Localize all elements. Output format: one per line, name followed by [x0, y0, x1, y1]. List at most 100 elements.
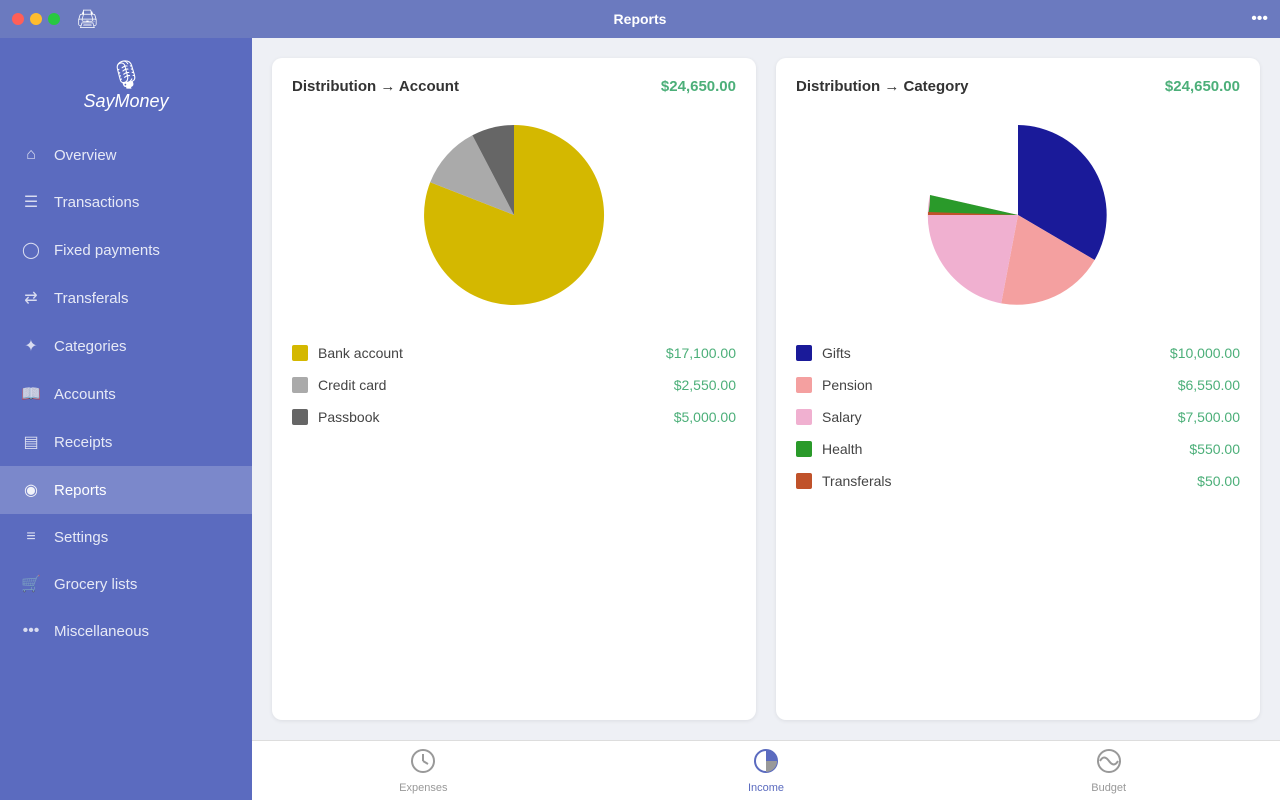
- expenses-icon: [410, 748, 436, 780]
- minimize-button[interactable]: [30, 13, 42, 25]
- account-card-total: $24,650.00: [661, 78, 736, 95]
- bank-account-label: Bank account: [318, 345, 403, 361]
- health-label: Health: [822, 441, 862, 457]
- sidebar-item-miscellaneous[interactable]: ••• Miscellaneous: [0, 608, 252, 654]
- sidebar-label-transactions: Transactions: [54, 194, 139, 211]
- category-card-title: Distribution → Category: [796, 78, 969, 95]
- account-pie-chart: [292, 105, 736, 325]
- sidebar-label-misc: Miscellaneous: [54, 623, 149, 640]
- budget-icon: [1096, 748, 1122, 780]
- maximize-button[interactable]: [48, 13, 60, 25]
- passbook-dot: [292, 409, 308, 425]
- sidebar-item-transferals[interactable]: ⇄ Transferals: [0, 274, 252, 322]
- traffic-lights: [12, 13, 60, 25]
- gifts-label: Gifts: [822, 345, 851, 361]
- app-body: 🎙 SayMoney ⌂ Overview ☰ Transactions ◯ F…: [0, 38, 1280, 800]
- legend-health: Health $550.00: [796, 441, 1240, 457]
- pension-dot: [796, 377, 812, 393]
- transferals-dot: [796, 473, 812, 489]
- sidebar-item-transactions[interactable]: ☰ Transactions: [0, 178, 252, 226]
- sidebar-item-grocery-lists[interactable]: 🛒 Grocery lists: [0, 560, 252, 608]
- sidebar-item-accounts[interactable]: 📖 Accounts: [0, 370, 252, 418]
- account-card-header: Distribution → Account $24,650.00: [292, 78, 736, 95]
- legend-credit-card: Credit card $2,550.00: [292, 377, 736, 393]
- main-content: Distribution → Account $24,650.00: [252, 38, 1280, 800]
- category-pie-chart: [796, 105, 1240, 325]
- transferals-value: $50.00: [1197, 473, 1240, 489]
- legend-passbook: Passbook $5,000.00: [292, 409, 736, 425]
- category-legend: Gifts $10,000.00 Pension $6,550.00: [796, 345, 1240, 489]
- salary-dot: [796, 409, 812, 425]
- gifts-dot: [796, 345, 812, 361]
- credit-card-value: $2,550.00: [674, 377, 736, 393]
- more-options-icon[interactable]: •••: [1251, 10, 1268, 28]
- accounts-icon: 📖: [20, 384, 42, 404]
- legend-pension: Pension $6,550.00: [796, 377, 1240, 393]
- gifts-value: $10,000.00: [1170, 345, 1240, 361]
- transferals-label: Transferals: [822, 473, 892, 489]
- health-value: $550.00: [1189, 441, 1240, 457]
- misc-icon: •••: [20, 622, 42, 640]
- sidebar-item-categories[interactable]: ✦ Categories: [0, 322, 252, 370]
- salary-value: $7,500.00: [1178, 409, 1240, 425]
- close-button[interactable]: [12, 13, 24, 25]
- tab-bar: Expenses Income: [252, 740, 1280, 800]
- pension-label: Pension: [822, 377, 873, 393]
- settings-icon: ≡: [20, 528, 42, 546]
- sidebar-label-reports: Reports: [54, 482, 107, 499]
- income-icon: [753, 748, 779, 780]
- bank-account-dot: [292, 345, 308, 361]
- logo-icon: 🎙: [108, 58, 144, 91]
- titlebar: 🖨 Reports •••: [0, 0, 1280, 38]
- legend-bank-account: Bank account $17,100.00: [292, 345, 736, 361]
- transferals-icon: ⇄: [20, 288, 42, 308]
- reports-icon: ◉: [20, 480, 42, 500]
- expenses-tab-label: Expenses: [399, 782, 447, 794]
- salary-label: Salary: [822, 409, 862, 425]
- credit-card-dot: [292, 377, 308, 393]
- sidebar-label-fixed-payments: Fixed payments: [54, 242, 160, 259]
- sidebar-label-grocery: Grocery lists: [54, 576, 137, 593]
- tab-budget[interactable]: Budget: [937, 748, 1280, 794]
- bank-account-value: $17,100.00: [666, 345, 736, 361]
- print-icon[interactable]: 🖨: [76, 9, 99, 30]
- category-distribution-card: Distribution → Category $24,650.00: [776, 58, 1260, 720]
- logo-text: SayMoney: [83, 91, 168, 112]
- sidebar-item-fixed-payments[interactable]: ◯ Fixed payments: [0, 226, 252, 274]
- transactions-icon: ☰: [20, 192, 42, 212]
- sidebar-label-receipts: Receipts: [54, 434, 112, 451]
- tab-income[interactable]: Income: [595, 748, 938, 794]
- sidebar-item-overview[interactable]: ⌂ Overview: [0, 132, 252, 178]
- category-card-total: $24,650.00: [1165, 78, 1240, 95]
- sidebar-item-settings[interactable]: ≡ Settings: [0, 514, 252, 560]
- home-icon: ⌂: [20, 146, 42, 164]
- income-tab-label: Income: [748, 782, 784, 794]
- sidebar-label-settings: Settings: [54, 529, 108, 546]
- credit-card-label: Credit card: [318, 377, 386, 393]
- pension-value: $6,550.00: [1178, 377, 1240, 393]
- legend-transferals: Transferals $50.00: [796, 473, 1240, 489]
- categories-icon: ✦: [20, 336, 42, 356]
- sidebar-label-overview: Overview: [54, 147, 117, 164]
- window-title: Reports: [614, 11, 667, 27]
- sidebar-item-receipts[interactable]: ▤ Receipts: [0, 418, 252, 466]
- tab-expenses[interactable]: Expenses: [252, 748, 595, 794]
- sidebar: 🎙 SayMoney ⌂ Overview ☰ Transactions ◯ F…: [0, 38, 252, 800]
- legend-salary: Salary $7,500.00: [796, 409, 1240, 425]
- fixed-payments-icon: ◯: [20, 240, 42, 260]
- sidebar-label-transferals: Transferals: [54, 290, 128, 307]
- sidebar-item-reports[interactable]: ◉ Reports: [0, 466, 252, 514]
- account-legend: Bank account $17,100.00 Credit card $2,5…: [292, 345, 736, 425]
- category-card-header: Distribution → Category $24,650.00: [796, 78, 1240, 95]
- passbook-label: Passbook: [318, 409, 379, 425]
- receipts-icon: ▤: [20, 432, 42, 452]
- sidebar-label-accounts: Accounts: [54, 386, 116, 403]
- sidebar-label-categories: Categories: [54, 338, 127, 355]
- legend-gifts: Gifts $10,000.00: [796, 345, 1240, 361]
- logo: 🎙 SayMoney: [0, 48, 252, 132]
- grocery-icon: 🛒: [20, 574, 42, 594]
- health-dot: [796, 441, 812, 457]
- account-distribution-card: Distribution → Account $24,650.00: [272, 58, 756, 720]
- budget-tab-label: Budget: [1091, 782, 1126, 794]
- content-area: Distribution → Account $24,650.00: [252, 38, 1280, 740]
